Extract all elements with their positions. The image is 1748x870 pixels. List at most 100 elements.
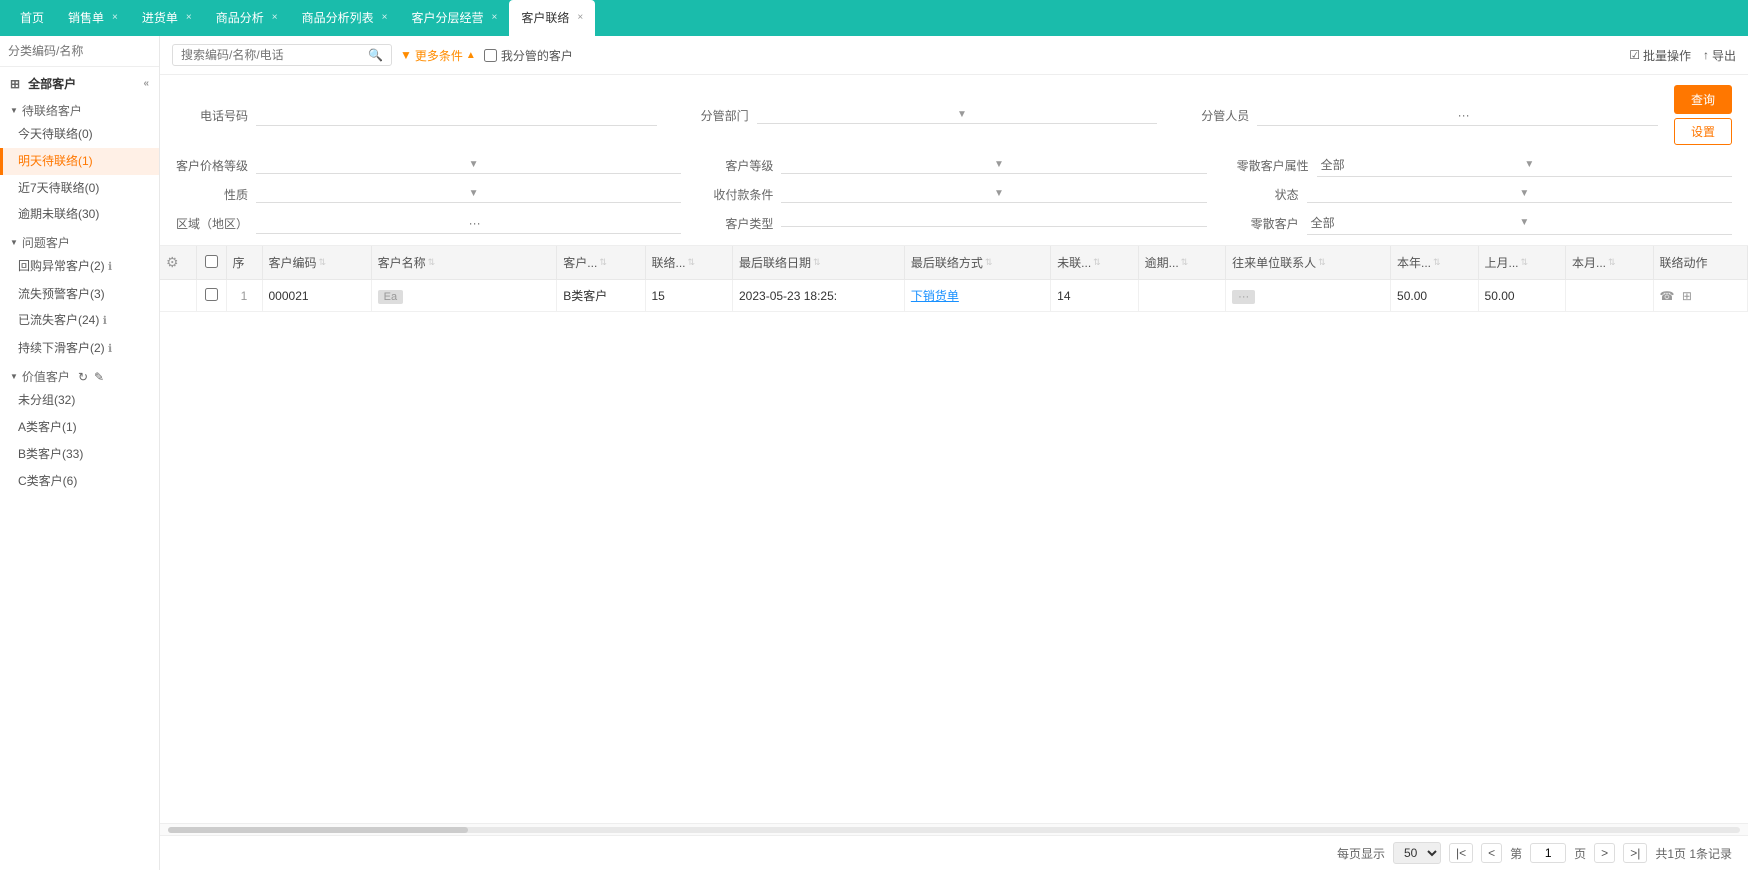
customer-level-chevron: ▼ [994, 159, 1203, 170]
my-customers-checkbox[interactable] [484, 49, 497, 62]
nav-purchase[interactable]: 进货单 × [130, 0, 204, 36]
filter-dept: 分管部门 ▼ [677, 106, 1158, 124]
cell-last-date: 2023-05-23 18:25: [733, 280, 905, 312]
cell-not-contact: 14 [1051, 280, 1139, 312]
export-btn[interactable]: ↑ 导出 [1703, 47, 1736, 64]
col-this-month: 本月...⇅ [1566, 246, 1654, 280]
cell-this-year: 50.00 [1391, 280, 1479, 312]
filter-status-select[interactable]: ▼ [1307, 185, 1732, 203]
col-overdue: 逾期...⇅ [1138, 246, 1226, 280]
name-sort[interactable]: ⇅ [428, 257, 436, 268]
action-phone-icon[interactable]: ☎ [1660, 289, 1675, 303]
sidebar-item-repurchase-abnormal[interactable]: 回购异常客户(2) ℹ [0, 253, 159, 280]
nav-product-analysis-close[interactable]: × [272, 0, 278, 36]
nav-purchase-close[interactable]: × [186, 0, 192, 36]
query-btn[interactable]: 查询 [1674, 85, 1732, 114]
page-label: 第 [1510, 845, 1522, 862]
sidebar-item-tomorrow[interactable]: 明天待联络(1) [0, 148, 159, 175]
sidebar-item-declining[interactable]: 持续下滑客户(2) ℹ [0, 335, 159, 362]
sidebar-item-ungrouped[interactable]: 未分组(32) [0, 387, 159, 414]
table-header: ⚙ 序 客户编码⇅ 客户名称⇅ 客户...⇅ [160, 246, 1748, 280]
sidebar-item-c-class[interactable]: C类客户(6) [0, 468, 159, 495]
row-checkbox[interactable] [205, 288, 218, 301]
sidebar-item-today[interactable]: 今天待联络(0) [0, 121, 159, 148]
filter-region-select[interactable]: ··· [256, 213, 681, 234]
prev-page-btn[interactable]: < [1481, 843, 1502, 863]
filter-region: 区域（地区） ··· [176, 213, 681, 234]
this-year-sort[interactable]: ⇅ [1433, 257, 1441, 268]
next-page-btn[interactable]: > [1594, 843, 1615, 863]
filter-dept-select[interactable]: ▼ [757, 106, 1158, 124]
filter-customer-level: 客户等级 ▼ [701, 156, 1206, 174]
nav-customer-tier[interactable]: 客户分层经营 × [399, 0, 509, 36]
this-month-sort[interactable]: ⇅ [1608, 257, 1616, 268]
sidebar-item-lost[interactable]: 已流失客户(24) ℹ [0, 307, 159, 334]
scrollbar-thumb[interactable] [168, 827, 468, 833]
sidebar-all-customers[interactable]: ⊞ 全部客户 « [0, 67, 159, 96]
filter-payment-select[interactable]: ▼ [781, 185, 1206, 203]
company-contact-sort[interactable]: ⇅ [1318, 257, 1326, 268]
filter-customer-level-select[interactable]: ▼ [781, 156, 1206, 174]
search-icon-main[interactable]: 🔍 [368, 48, 383, 62]
last-page-btn[interactable]: >| [1623, 843, 1647, 863]
scrollbar-track[interactable] [168, 827, 1740, 833]
contacts-sort[interactable]: ⇅ [688, 257, 696, 268]
filter-phone-input[interactable] [256, 105, 657, 126]
nav-product-analysis[interactable]: 商品分析 × [204, 0, 290, 36]
person-dots[interactable]: ··· [1454, 108, 1654, 122]
edit-icon[interactable]: ✎ [94, 370, 104, 384]
code-sort[interactable]: ⇅ [319, 257, 327, 268]
grid-icon: ⊞ [10, 77, 20, 91]
last-method-sort[interactable]: ⇅ [985, 257, 993, 268]
nav-customer-tier-close[interactable]: × [491, 0, 497, 36]
filter-retail-customer-select[interactable]: 全部 ▼ [1307, 211, 1732, 235]
settings-icon[interactable]: ⚙ [166, 254, 179, 270]
overdue-sort[interactable]: ⇅ [1181, 257, 1189, 268]
last-month-sort[interactable]: ⇅ [1521, 257, 1529, 268]
sidebar-search-input[interactable] [8, 44, 160, 58]
page-size-select[interactable]: 50 [1393, 842, 1441, 864]
not-contact-sort[interactable]: ⇅ [1093, 257, 1101, 268]
nav-customer-contact[interactable]: 客户联络 × [509, 0, 595, 36]
sidebar-item-b-class[interactable]: B类客户(33) [0, 441, 159, 468]
filter-nature-select[interactable]: ▼ [256, 185, 681, 203]
filter-person-select[interactable]: ··· [1257, 105, 1658, 126]
filter-row-4: 区域（地区） ··· 客户类型 零散客户 全部 ▼ [176, 211, 1732, 235]
set-btn[interactable]: 设置 [1674, 118, 1732, 145]
nav-product-analysis-list[interactable]: 商品分析列表 × [290, 0, 400, 36]
batch-action-btn[interactable]: ☑ 批量操作 [1629, 47, 1691, 64]
filter-retail-attr-select[interactable]: 全部 ▼ [1317, 153, 1732, 177]
sidebar-item-7days[interactable]: 近7天待联络(0) [0, 175, 159, 202]
filter-price-select[interactable]: ▼ [256, 156, 681, 174]
payment-chevron: ▼ [994, 188, 1203, 199]
col-code: 客户编码⇅ [262, 246, 371, 280]
nav-home[interactable]: 首页 [8, 0, 56, 36]
sidebar-item-overdue[interactable]: 逾期未联络(30) [0, 201, 159, 228]
current-page-input[interactable] [1530, 843, 1566, 863]
search-input[interactable] [181, 48, 368, 62]
filter-customer-type-select[interactable] [781, 220, 1206, 227]
my-customers-checkbox-wrap[interactable]: 我分管的客户 [484, 47, 573, 64]
more-conditions-btn[interactable]: ▼ 更多条件 ▲ [400, 47, 476, 64]
nav-sales-close[interactable]: × [112, 0, 118, 36]
sidebar-item-loss-warning[interactable]: 流失预警客户(3) [0, 281, 159, 308]
nav-product-analysis-list-close[interactable]: × [382, 0, 388, 36]
filter-icon: ▼ [400, 48, 412, 62]
last-date-sort[interactable]: ⇅ [813, 257, 821, 268]
nav-sales[interactable]: 销售单 × [56, 0, 130, 36]
nav-customer-contact-close[interactable]: × [577, 0, 583, 36]
region-dots[interactable]: ··· [465, 216, 678, 230]
action-more-icon[interactable]: ⊞ [1682, 289, 1692, 303]
refresh-icon[interactable]: ↻ [78, 370, 88, 384]
type-sort[interactable]: ⇅ [599, 257, 607, 268]
last-method-link[interactable]: 下销货单 [911, 289, 959, 303]
info-icon-2: ℹ [103, 315, 107, 327]
collapse-icon[interactable]: « [143, 78, 149, 89]
select-all-checkbox[interactable] [205, 255, 218, 268]
sidebar-item-a-class[interactable]: A类客户(1) [0, 414, 159, 441]
col-contacts: 联络...⇅ [645, 246, 733, 280]
cell-num: 1 [226, 280, 262, 312]
dept-chevron: ▼ [957, 109, 1153, 120]
first-page-btn[interactable]: |< [1449, 843, 1473, 863]
page-suffix: 页 [1574, 845, 1586, 862]
